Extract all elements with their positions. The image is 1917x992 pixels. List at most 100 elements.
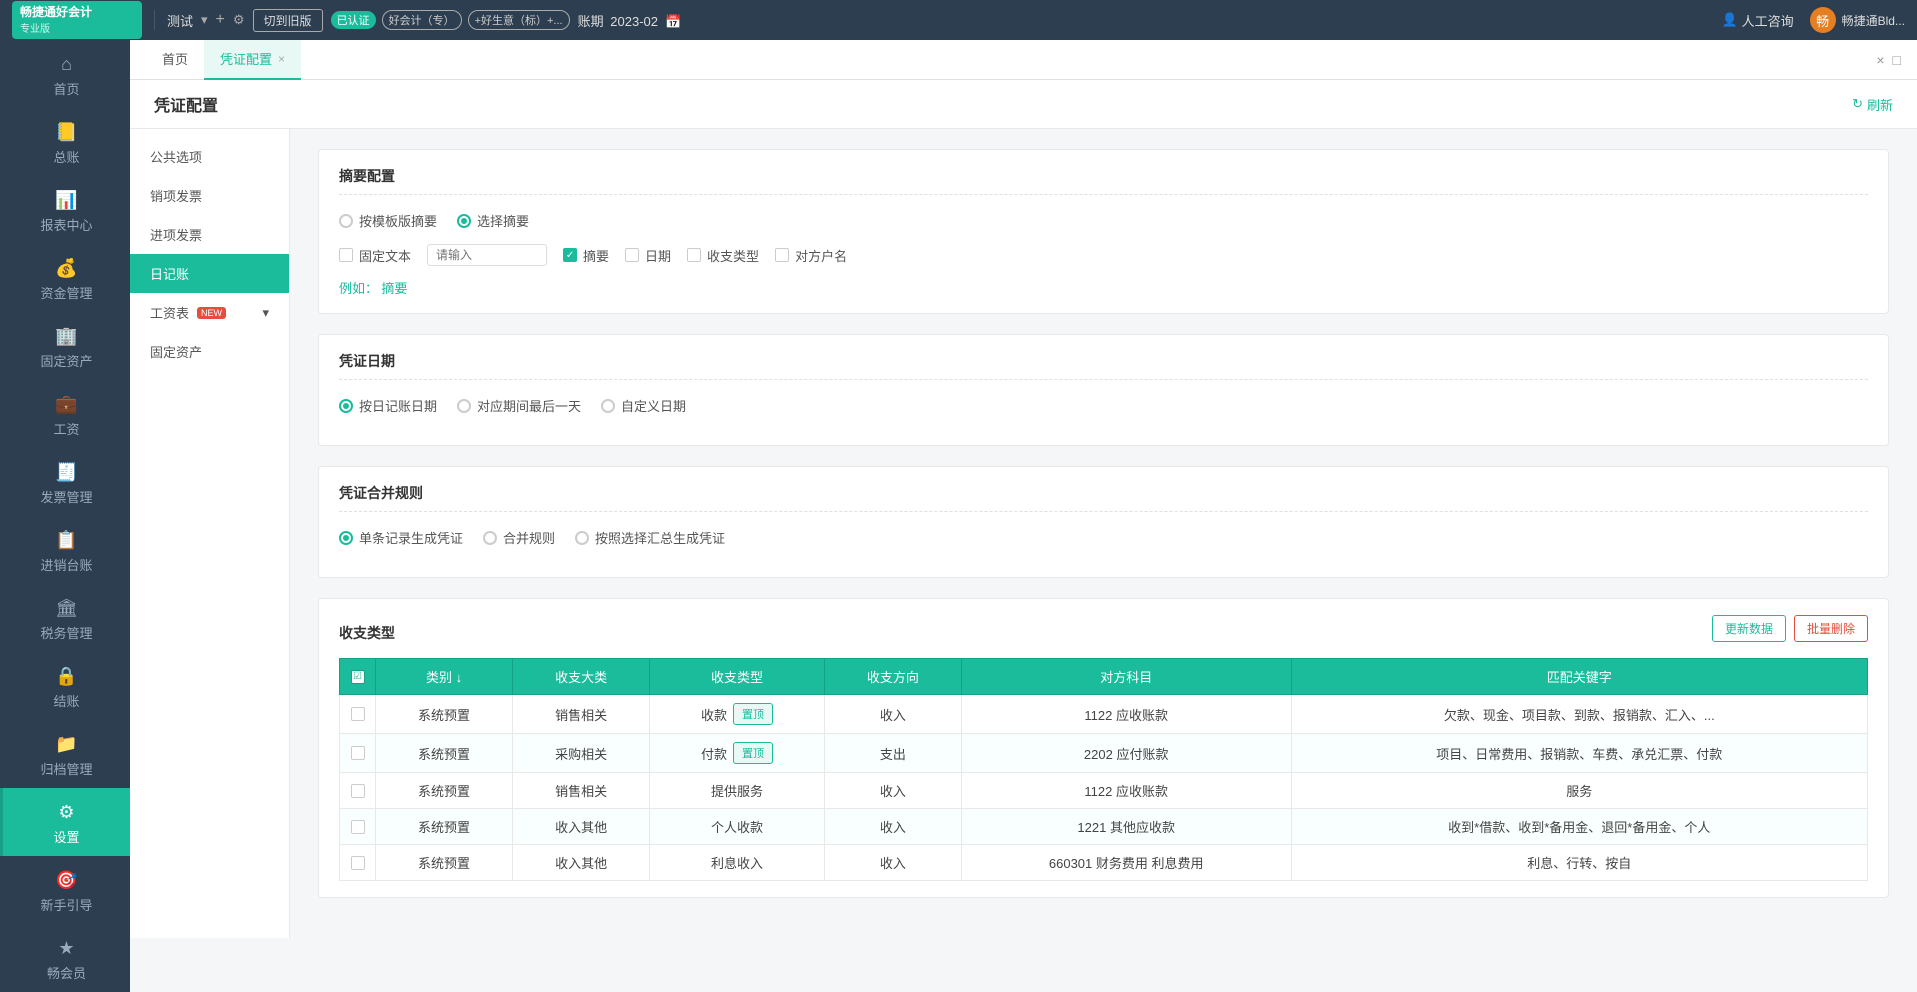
gear-icon[interactable]: ⚙ [233, 12, 245, 28]
refresh-button[interactable]: ↻ 刷新 [1852, 95, 1893, 114]
sidebar-item-reports[interactable]: 📊 报表中心 [0, 176, 130, 244]
tab-close-window-icon[interactable]: × [1876, 52, 1884, 68]
sidebar-item-guide[interactable]: 🎯 新手引导 [0, 856, 130, 924]
fixed-text-checkbox [339, 248, 353, 262]
type-tag[interactable]: 置顶 [733, 742, 773, 764]
left-nav-item-fixed-assets[interactable]: 固定资产 [130, 332, 289, 371]
settings-icon: ⚙ [58, 802, 74, 823]
badge-haokuai: 好会计（专） [382, 10, 462, 30]
left-nav-item-daily-account[interactable]: 日记账 [130, 254, 289, 293]
sidebar-item-tax[interactable]: 🏛 税务管理 [0, 584, 130, 652]
sidebar-item-archive[interactable]: 📁 归档管理 [0, 720, 130, 788]
checkbox-fixed-text[interactable]: 固定文本 [339, 246, 411, 265]
topbar-badges: 已认证 好会计（专） +好生意（标）+... [331, 10, 570, 30]
left-nav-item-payroll[interactable]: 工资表 NEW ▾ [130, 293, 289, 332]
voucher-date-body: 按日记账日期 对应期间最后一天 自定义日期 [319, 380, 1888, 445]
left-nav: 公共选项 销项发票 进项发票 日记账 工资表 NEW [130, 129, 290, 938]
radio-custom-label: 自定义日期 [621, 396, 686, 415]
row-subject: 1122 应收账款 [961, 695, 1291, 734]
row-type: 付款 置顶 [650, 734, 825, 773]
income-type-label: 收支类型 [707, 246, 759, 265]
sidebar-item-salary[interactable]: 💼 工资 [0, 380, 130, 448]
left-nav-item-purchase-invoice[interactable]: 进项发票 [130, 215, 289, 254]
merge-rules-title: 凭证合并规则 [319, 467, 1888, 511]
right-main: 摘要配置 按模板版摘要 [290, 129, 1917, 938]
radio-select-label: 选择摘要 [477, 211, 529, 230]
sidebar-item-ledger[interactable]: 📒 总账 [0, 108, 130, 176]
tab-bar: 首页 凭证配置 × × □ [130, 40, 1917, 80]
tab-close-icon[interactable]: × [278, 52, 285, 66]
row-keywords: 项目、日常费用、报销款、车费、承兑汇票、付款 [1291, 734, 1867, 773]
help-button[interactable]: 👤 人工咨询 [1721, 11, 1793, 30]
type-text: 收款 [701, 705, 727, 724]
sidebar-item-member[interactable]: ★ 畅会员 [0, 924, 130, 992]
sidebar-item-invoice-mgmt[interactable]: 🧾 发票管理 [0, 448, 130, 516]
radio-merge-rules[interactable]: 合并规则 [483, 528, 555, 547]
row-major-type: 销售相关 [513, 773, 650, 809]
checkbox-income-type[interactable]: 收支类型 [687, 246, 759, 265]
calendar-icon[interactable]: 📅 [665, 14, 681, 29]
radio-template-circle [339, 214, 353, 228]
sidebar-item-label: 进销台账 [40, 555, 92, 574]
row-checkbox-cell [340, 695, 376, 734]
th-category: 类别 ↓ [376, 659, 513, 695]
row-checkbox[interactable] [351, 784, 365, 798]
update-data-button[interactable]: 更新数据 [1712, 615, 1786, 642]
type-tag[interactable]: 置顶 [733, 703, 773, 725]
sidebar-item-capital[interactable]: 💰 资金管理 [0, 244, 130, 312]
radio-daily-date[interactable]: 按日记账日期 [339, 396, 437, 415]
table-row: 系统预置销售相关 收款 置顶 收入1122 应收账款欠款、现金、项目款、到款、报… [340, 695, 1868, 734]
sidebar-item-label: 资金管理 [40, 283, 92, 302]
radio-template[interactable]: 按模板版摘要 [339, 211, 437, 230]
sort-icon: ↓ [456, 670, 463, 685]
user-menu[interactable]: 畅 畅捷通Bld... [1810, 7, 1905, 33]
batch-delete-button[interactable]: 批量删除 [1794, 615, 1868, 642]
checkbox-counterpart[interactable]: 对方户名 [775, 246, 847, 265]
left-nav-item-public[interactable]: 公共选项 [130, 137, 289, 176]
summary-label: 摘要 [583, 246, 609, 265]
income-expense-table-wrapper: ☑ 类别 ↓ 收支大类 收支类型 [319, 658, 1888, 897]
two-panel: 公共选项 销项发票 进项发票 日记账 工资表 NEW [130, 129, 1917, 938]
sidebar-item-label: 新手引导 [40, 895, 92, 914]
radio-period-last[interactable]: 对应期间最后一天 [457, 396, 581, 415]
left-nav-label: 日记账 [150, 264, 189, 283]
type-text: 付款 [701, 744, 727, 763]
add-icon[interactable]: + [216, 11, 225, 29]
row-type: 收款 置顶 [650, 695, 825, 734]
row-checkbox[interactable] [351, 707, 365, 721]
table-header-checkbox[interactable]: ☑ [351, 670, 365, 684]
sidebar-item-purchase-sale[interactable]: 📋 进销台账 [0, 516, 130, 584]
table-body: 系统预置销售相关 收款 置顶 收入1122 应收账款欠款、现金、项目款、到款、报… [340, 695, 1868, 881]
row-checkbox[interactable] [351, 746, 365, 760]
radio-merge-circle [483, 531, 497, 545]
tab-voucher-config[interactable]: 凭证配置 × [204, 40, 301, 80]
radio-single-record[interactable]: 单条记录生成凭证 [339, 528, 463, 547]
checkbox-summary[interactable]: ✓ 摘要 [563, 246, 609, 265]
voucher-date-section: 凭证日期 按日记账日期 [318, 334, 1889, 446]
left-nav-item-sales-invoice[interactable]: 销项发票 [130, 176, 289, 215]
radio-select[interactable]: 选择摘要 [457, 211, 529, 230]
row-direction: 收入 [824, 773, 961, 809]
guide-icon: 🎯 [55, 870, 77, 891]
member-icon: ★ [58, 938, 74, 959]
table-row: 系统预置采购相关 付款 置顶 支出2202 应付账款项目、日常费用、报销款、车费… [340, 734, 1868, 773]
sidebar-item-close[interactable]: 🔒 结账 [0, 652, 130, 720]
company-dropdown-icon[interactable]: ▾ [201, 12, 208, 28]
tab-voucher-config-label: 凭证配置 [220, 49, 272, 68]
topbar-divider [154, 10, 155, 30]
row-direction: 收入 [824, 845, 961, 881]
sidebar-item-settings[interactable]: ⚙ 设置 [0, 788, 130, 856]
radio-summary-generate[interactable]: 按照选择汇总生成凭证 [575, 528, 725, 547]
checkbox-date[interactable]: 日期 [625, 246, 671, 265]
tab-expand-icon[interactable]: □ [1893, 52, 1901, 68]
row-checkbox[interactable] [351, 820, 365, 834]
sidebar-item-home[interactable]: ⌂ 首页 [0, 40, 130, 108]
main-layout: ⌂ 首页 📒 总账 📊 报表中心 💰 资金管理 🏢 固定资产 💼 工资 🧾 发票… [0, 40, 1917, 992]
tab-home[interactable]: 首页 [146, 40, 204, 80]
sidebar-item-assets[interactable]: 🏢 固定资产 [0, 312, 130, 380]
row-checkbox[interactable] [351, 856, 365, 870]
fixed-text-input[interactable] [427, 244, 547, 266]
radio-custom-date[interactable]: 自定义日期 [601, 396, 686, 415]
switch-version-button[interactable]: 切到旧版 [253, 9, 323, 32]
home-icon: ⌂ [61, 54, 72, 75]
